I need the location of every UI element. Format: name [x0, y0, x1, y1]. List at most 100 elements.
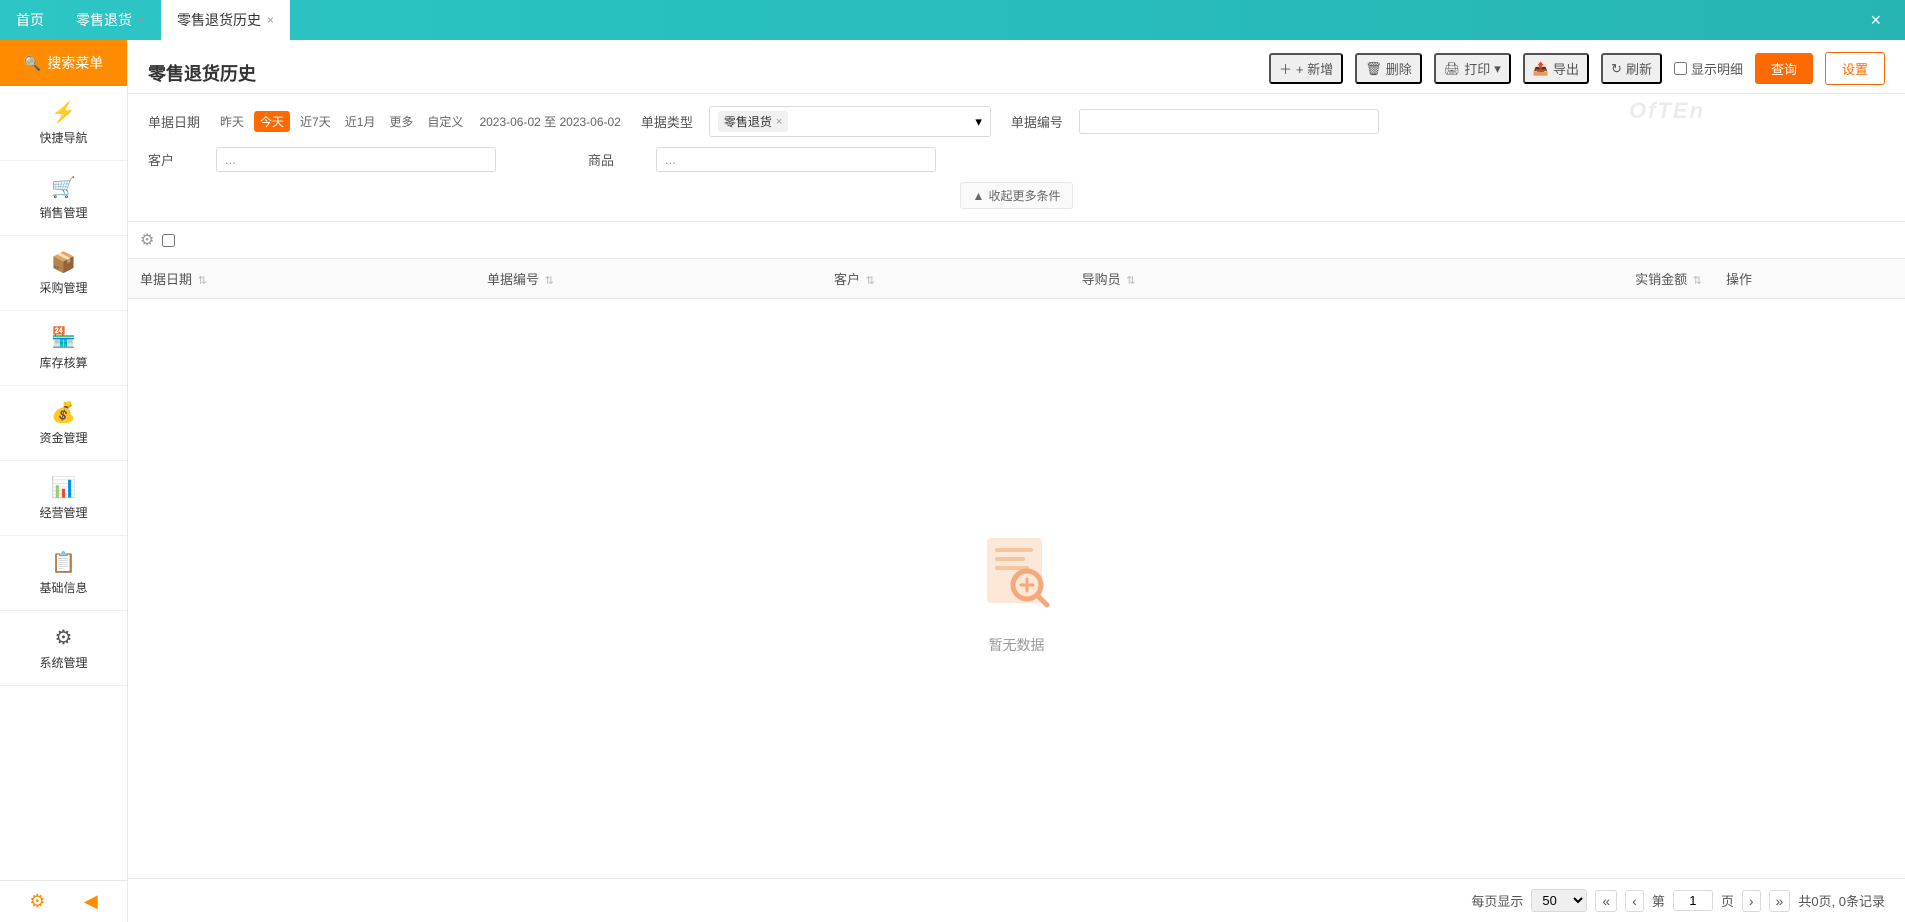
sidebar-item-label-basic-info: 基础信息 — [39, 579, 87, 596]
window-close-button[interactable]: × — [1862, 10, 1889, 31]
table-toolbar: ⚙ — [128, 222, 1905, 259]
voucher-input[interactable] — [1079, 109, 1379, 134]
col-number: 单据编号 ⇅ — [475, 259, 822, 299]
col-amount: 实销金额 ⇅ — [1367, 259, 1714, 299]
sort-icon-amount[interactable]: ⇅ — [1693, 275, 1702, 287]
last-page-button[interactable]: » — [1769, 890, 1791, 912]
export-button[interactable]: 📤 导出 — [1523, 53, 1589, 84]
sidebar-search-label: 搜索菜单 — [47, 53, 103, 73]
tab-home[interactable]: 首页 — [0, 0, 60, 40]
tab-close-retail-return[interactable]: × — [138, 13, 145, 27]
goods-filter-label: 商品 — [588, 150, 648, 169]
new-button[interactable]: ＋ + 新增 — [1269, 53, 1343, 84]
date-range-display: 2023-06-02 至 2023-06-02 — [479, 113, 620, 130]
show-detail-checkbox[interactable] — [1674, 62, 1687, 75]
date-opt-1month[interactable]: 近1月 — [341, 111, 380, 132]
sidebar-search-button[interactable]: 🔍 搜索菜单 — [0, 40, 127, 86]
page-size-label: 每页显示 — [1471, 891, 1523, 910]
top-bar: 首页零售退货×零售退货历史× × — [0, 0, 1905, 40]
sidebar-bottom: ⚙ ◀ — [0, 880, 127, 922]
type-tag: 零售退货 × — [718, 111, 788, 132]
filter-row-1: 单据日期 昨天 今天 近7天 近1月 更多 自定义 2023-06-02 至 2… — [148, 106, 1885, 137]
print-button[interactable]: 🖨 打印 ▾ — [1434, 53, 1511, 84]
show-detail-label: 显示明细 — [1691, 59, 1743, 78]
date-opt-more[interactable]: 更多 — [385, 111, 417, 132]
delete-icon: 🗑 — [1365, 61, 1382, 77]
collapse-button[interactable]: ▲ 收起更多条件 — [960, 182, 1074, 209]
type-tag-close[interactable]: × — [776, 116, 782, 128]
prev-page-button[interactable]: ‹ — [1625, 890, 1644, 912]
inventory-icon: 🏪 — [51, 325, 76, 350]
tab-retail-return-history[interactable]: 零售退货历史× — [161, 0, 290, 40]
delete-button[interactable]: 🗑 删除 — [1355, 53, 1422, 84]
table-header: 单据日期 ⇅ 单据编号 ⇅ 客户 ⇅ 导购员 ⇅ — [128, 259, 1905, 299]
page-title: 零售退货历史 — [148, 60, 256, 86]
print-dropdown-icon: ▾ — [1494, 61, 1501, 77]
type-filter: 单据类型 零售退货 × ▾ — [641, 106, 991, 137]
main-layout: 🔍 搜索菜单 ⚡快捷导航🛒销售管理📦采购管理 🏪 库存核算 💰资金管理📊经营管理📋基础… — [0, 40, 1905, 922]
sidebar-item-quick-nav[interactable]: ⚡快捷导航 — [0, 86, 127, 161]
date-opt-7days[interactable]: 近7天 — [296, 111, 335, 132]
sidebar-item-purchase-mgmt[interactable]: 📦采购管理 — [0, 236, 127, 311]
date-filter: 单据日期 昨天 今天 近7天 近1月 更多 自定义 2023-06-02 至 2… — [148, 111, 621, 132]
sidebar-item-sales-mgmt[interactable]: 🛒销售管理 — [0, 161, 127, 236]
empty-state: 暂无数据 — [128, 299, 1905, 878]
show-detail-checkbox-label[interactable]: 显示明细 — [1674, 59, 1743, 78]
sidebar-item-operation-mgmt[interactable]: 📊经营管理 — [0, 461, 127, 536]
page-number-input[interactable] — [1673, 890, 1713, 911]
collapse-sidebar-icon[interactable]: ◀ — [84, 891, 98, 912]
sort-icon-guide[interactable]: ⇅ — [1126, 275, 1135, 287]
goods-input[interactable] — [656, 147, 936, 172]
top-bar-right: × — [1862, 10, 1905, 31]
tab-list: 首页零售退货×零售退货历史× — [0, 0, 1862, 40]
tab-close-retail-return-history[interactable]: × — [267, 13, 274, 27]
tab-retail-return[interactable]: 零售退货 × — [60, 0, 161, 40]
sort-icon-customer[interactable]: ⇅ — [866, 275, 875, 287]
system-mgmt-icon: ⚙ — [55, 625, 73, 650]
empty-state-text: 暂无数据 — [989, 635, 1045, 655]
next-page-button[interactable]: › — [1742, 890, 1761, 912]
type-select[interactable]: 零售退货 × ▾ — [709, 106, 991, 137]
customer-filter: 客户 — [148, 147, 568, 172]
refresh-icon: ↻ — [1611, 61, 1622, 77]
col-guide: 导购员 ⇅ — [1070, 259, 1367, 299]
type-tag-value: 零售退货 — [724, 113, 772, 130]
sidebar-item-label-system-mgmt: 系统管理 — [39, 654, 87, 671]
filter-row-2: 客户 商品 — [148, 147, 1885, 172]
date-opt-custom[interactable]: 自定义 — [423, 111, 467, 132]
search-icon: 🔍 — [24, 55, 41, 72]
sort-icon-date[interactable]: ⇅ — [198, 275, 207, 287]
col-date: 单据日期 ⇅ — [128, 259, 475, 299]
sort-icon-number[interactable]: ⇅ — [545, 275, 554, 287]
query-button[interactable]: 查询 — [1755, 53, 1813, 84]
settings-icon[interactable]: ⚙ — [29, 891, 45, 912]
col-action: 操作 — [1714, 259, 1905, 299]
type-dropdown-icon: ▾ — [975, 114, 982, 130]
sidebar-item-label-inventory: 库存核算 — [39, 354, 87, 371]
sales-mgmt-icon: 🛒 — [51, 175, 76, 200]
settings-button[interactable]: 设置 — [1825, 52, 1885, 85]
pagination: 每页显示 50 10 20 100 « ‹ 第 页 › » 共0页, 0条记录 — [128, 878, 1905, 922]
first-page-button[interactable]: « — [1595, 890, 1617, 912]
operation-mgmt-icon: 📊 — [51, 475, 76, 500]
print-icon: 🖨 — [1444, 61, 1461, 77]
purchase-mgmt-icon: 📦 — [51, 250, 76, 275]
select-all-checkbox[interactable] — [162, 234, 175, 247]
col-customer: 客户 ⇅ — [822, 259, 1070, 299]
date-opt-today[interactable]: 今天 — [254, 111, 290, 132]
tab-label-retail-return: 零售退货 — [76, 10, 132, 30]
pagination-summary: 共0页, 0条记录 — [1798, 891, 1885, 910]
table-gear-icon[interactable]: ⚙ — [140, 230, 154, 250]
sidebar-item-system-mgmt[interactable]: ⚙ 系统管理 — [0, 611, 127, 686]
sidebar-item-basic-info[interactable]: 📋基础信息 — [0, 536, 127, 611]
collapse-row: ▲ 收起更多条件 — [148, 182, 1885, 209]
page-label: 第 — [1652, 891, 1665, 910]
refresh-button[interactable]: ↻ 刷新 — [1601, 53, 1662, 84]
customer-input[interactable] — [216, 147, 496, 172]
page-size-select[interactable]: 50 10 20 100 — [1531, 889, 1587, 912]
sidebar-item-finance-mgmt[interactable]: 💰资金管理 — [0, 386, 127, 461]
sidebar-item-inventory[interactable]: 🏪 库存核算 — [0, 311, 127, 386]
empty-state-icon — [967, 523, 1067, 623]
finance-mgmt-icon: 💰 — [51, 400, 76, 425]
date-opt-yesterday[interactable]: 昨天 — [216, 111, 248, 132]
